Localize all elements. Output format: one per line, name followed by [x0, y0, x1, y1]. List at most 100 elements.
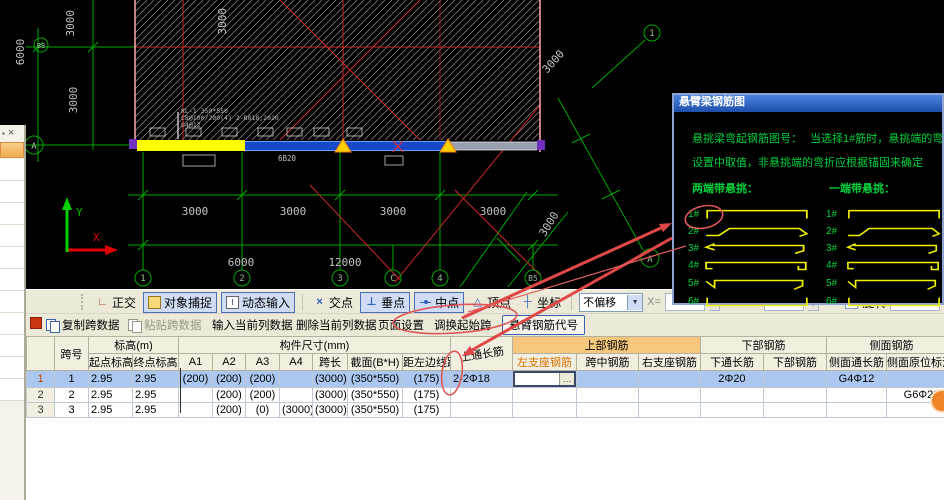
- offset-dropdown[interactable]: 不偏移 ▼: [579, 292, 644, 312]
- cantilever-rebar-code-button[interactable]: 悬臂钢筋代号: [502, 315, 585, 335]
- left-panel-row[interactable]: [0, 247, 24, 269]
- rebar-shape-1-icon[interactable]: [846, 208, 942, 222]
- col-header-a2[interactable]: A2: [212, 353, 246, 371]
- left-panel-row[interactable]: [0, 335, 24, 357]
- shape-label-one-4[interactable]: 4#: [826, 260, 837, 271]
- vertex-snap-toggle[interactable]: △ 顶点: [468, 293, 514, 312]
- dynamic-input-toggle[interactable]: I 动态输入: [221, 291, 296, 313]
- table-cell-start[interactable]: 2.95: [88, 402, 133, 418]
- col-header-right-support[interactable]: 右支座钢筋: [638, 353, 701, 371]
- table-cell-a4[interactable]: [279, 387, 313, 403]
- rebar-shape-2-icon[interactable]: [704, 225, 810, 239]
- shape-label-both-1[interactable]: 1#: [688, 209, 699, 220]
- rebar-shape-4-icon[interactable]: [704, 259, 810, 273]
- left-panel-row[interactable]: [0, 181, 24, 203]
- left-panel-row[interactable]: [0, 313, 24, 335]
- col-header-mid-span[interactable]: 跨中钢筋: [576, 353, 639, 371]
- col-header-side-insitu[interactable]: 侧面原位标注筋: [886, 353, 944, 371]
- table-row[interactable]: 2 2 2.95 2.95 (200) (200) (3000) (350*550) (175)…: [26, 387, 944, 403]
- col-header-left-support[interactable]: 左支座钢筋: [512, 353, 577, 371]
- table-cell-a1[interactable]: [178, 387, 213, 403]
- rebar-shape-6-icon[interactable]: [846, 295, 942, 309]
- table-cell-mid[interactable]: [576, 387, 639, 403]
- shape-label-both-2[interactable]: 2#: [688, 226, 699, 237]
- shape-label-one-1[interactable]: 1#: [826, 209, 837, 220]
- table-cell-right-support[interactable]: [638, 370, 701, 388]
- page-setup-button[interactable]: 页面设置: [378, 317, 424, 333]
- table-cell-span[interactable]: 2: [54, 387, 89, 403]
- coordinate-toggle[interactable]: ┼ 坐标: [518, 293, 564, 312]
- left-panel-row[interactable]: [0, 159, 24, 181]
- close-icon[interactable]: ×: [8, 128, 14, 139]
- table-cell-side-through[interactable]: [826, 402, 887, 418]
- midpoint-snap-toggle[interactable]: 中点: [414, 291, 465, 313]
- table-cell-bottom-through[interactable]: [700, 387, 764, 403]
- table-cell-a2[interactable]: (200): [212, 402, 246, 418]
- col-header-a4[interactable]: A4: [279, 353, 313, 371]
- table-row[interactable]: 3 3 2.95 2.95 (200) (0) (3000) (3000) (350*550)(…: [26, 402, 944, 418]
- shape-label-both-3[interactable]: 3#: [688, 243, 699, 254]
- table-cell-bottom-through[interactable]: [700, 402, 764, 418]
- shape-label-one-5[interactable]: 5#: [826, 278, 837, 289]
- input-current-column-button[interactable]: 输入当前列数据: [212, 317, 293, 333]
- table-cell-end[interactable]: 2.95: [132, 402, 179, 418]
- left-panel-row[interactable]: [0, 225, 24, 247]
- table-cell-dist[interactable]: (175): [402, 402, 451, 418]
- window-titlebar[interactable]: 悬臂梁钢筋图: [674, 95, 942, 112]
- table-cell-span[interactable]: 3: [54, 402, 89, 418]
- table-cell-mid[interactable]: [576, 370, 639, 388]
- rebar-shape-3-icon[interactable]: [846, 242, 942, 256]
- table-cell-mid[interactable]: [576, 402, 639, 418]
- col-header-span-no[interactable]: 跨号: [54, 336, 89, 371]
- table-cell-bottom[interactable]: [763, 402, 827, 418]
- rebar-shape-5-icon[interactable]: [846, 277, 942, 291]
- col-header-section[interactable]: 截面(B*H): [347, 353, 403, 371]
- paste-span-data-button[interactable]: 粘贴跨数据: [128, 317, 202, 333]
- rebar-shape-3-icon[interactable]: [704, 242, 810, 256]
- delete-current-column-button[interactable]: 删除当前列数据: [296, 317, 377, 333]
- col-header-end-elev[interactable]: 终点标高: [132, 353, 179, 371]
- table-cell-top-through[interactable]: [450, 387, 513, 403]
- left-panel-row[interactable]: [0, 291, 24, 313]
- col-header-span-len[interactable]: 跨长: [312, 353, 348, 371]
- shape-label-both-4[interactable]: 4#: [688, 260, 699, 271]
- rebar-shape-2-icon[interactable]: [846, 225, 942, 239]
- left-panel-row[interactable]: [0, 379, 24, 401]
- col-header-a3[interactable]: A3: [245, 353, 280, 371]
- col-header-a1[interactable]: A1: [178, 353, 213, 371]
- table-cell-span[interactable]: 1: [54, 370, 89, 388]
- rebar-shape-1-icon[interactable]: [704, 208, 810, 222]
- table-cell-top-through[interactable]: [450, 402, 513, 418]
- table-cell-side-insitu[interactable]: G6Φ20: [886, 387, 944, 403]
- table-cell-dist[interactable]: (175): [402, 370, 451, 388]
- table-cell-sec[interactable]: (350*550): [347, 402, 403, 418]
- shape-label-one-6[interactable]: 6#: [826, 296, 837, 307]
- table-cell-start[interactable]: 2.95: [88, 370, 133, 388]
- table-cell-bottom-through[interactable]: 2Φ20: [700, 370, 764, 388]
- swap-start-span-button[interactable]: 调换起始跨: [434, 317, 492, 333]
- col-header-bottom-bars[interactable]: 下部钢筋: [763, 353, 827, 371]
- col-header-left-edge-dist[interactable]: 距左边线距离: [402, 353, 451, 371]
- table-cell-side-insitu[interactable]: [886, 402, 944, 418]
- table-cell-left-support[interactable]: [512, 402, 577, 418]
- table-cell-sec[interactable]: (350*550): [347, 370, 403, 388]
- rebar-shape-5-icon[interactable]: [704, 277, 810, 291]
- shape-label-both-5[interactable]: 5#: [688, 278, 699, 289]
- rebar-shape-4-icon[interactable]: [846, 259, 942, 273]
- table-cell-a1[interactable]: [178, 402, 213, 418]
- table-cell-end[interactable]: 2.95: [132, 370, 179, 388]
- shape-label-one-3[interactable]: 3#: [826, 243, 837, 254]
- table-cell-left-support[interactable]: …: [512, 370, 577, 388]
- ellipsis-button[interactable]: …: [559, 373, 574, 385]
- table-cell-a4[interactable]: (3000): [279, 402, 313, 418]
- pin-icon[interactable]: ▪: [2, 129, 5, 138]
- perpendicular-snap-toggle[interactable]: ⊥ 垂点: [360, 291, 411, 313]
- row-header[interactable]: 2: [26, 387, 55, 403]
- col-header-top-through[interactable]: 上通长筋: [450, 336, 513, 371]
- col-header-bottom-through[interactable]: 下通长筋: [700, 353, 764, 371]
- table-cell-right-support[interactable]: [638, 402, 701, 418]
- left-panel-row[interactable]: [0, 269, 24, 291]
- table-cell-a3[interactable]: (200): [245, 370, 280, 388]
- table-cell-bottom[interactable]: [763, 387, 827, 403]
- col-header-side-through[interactable]: 侧面通长筋: [826, 353, 887, 371]
